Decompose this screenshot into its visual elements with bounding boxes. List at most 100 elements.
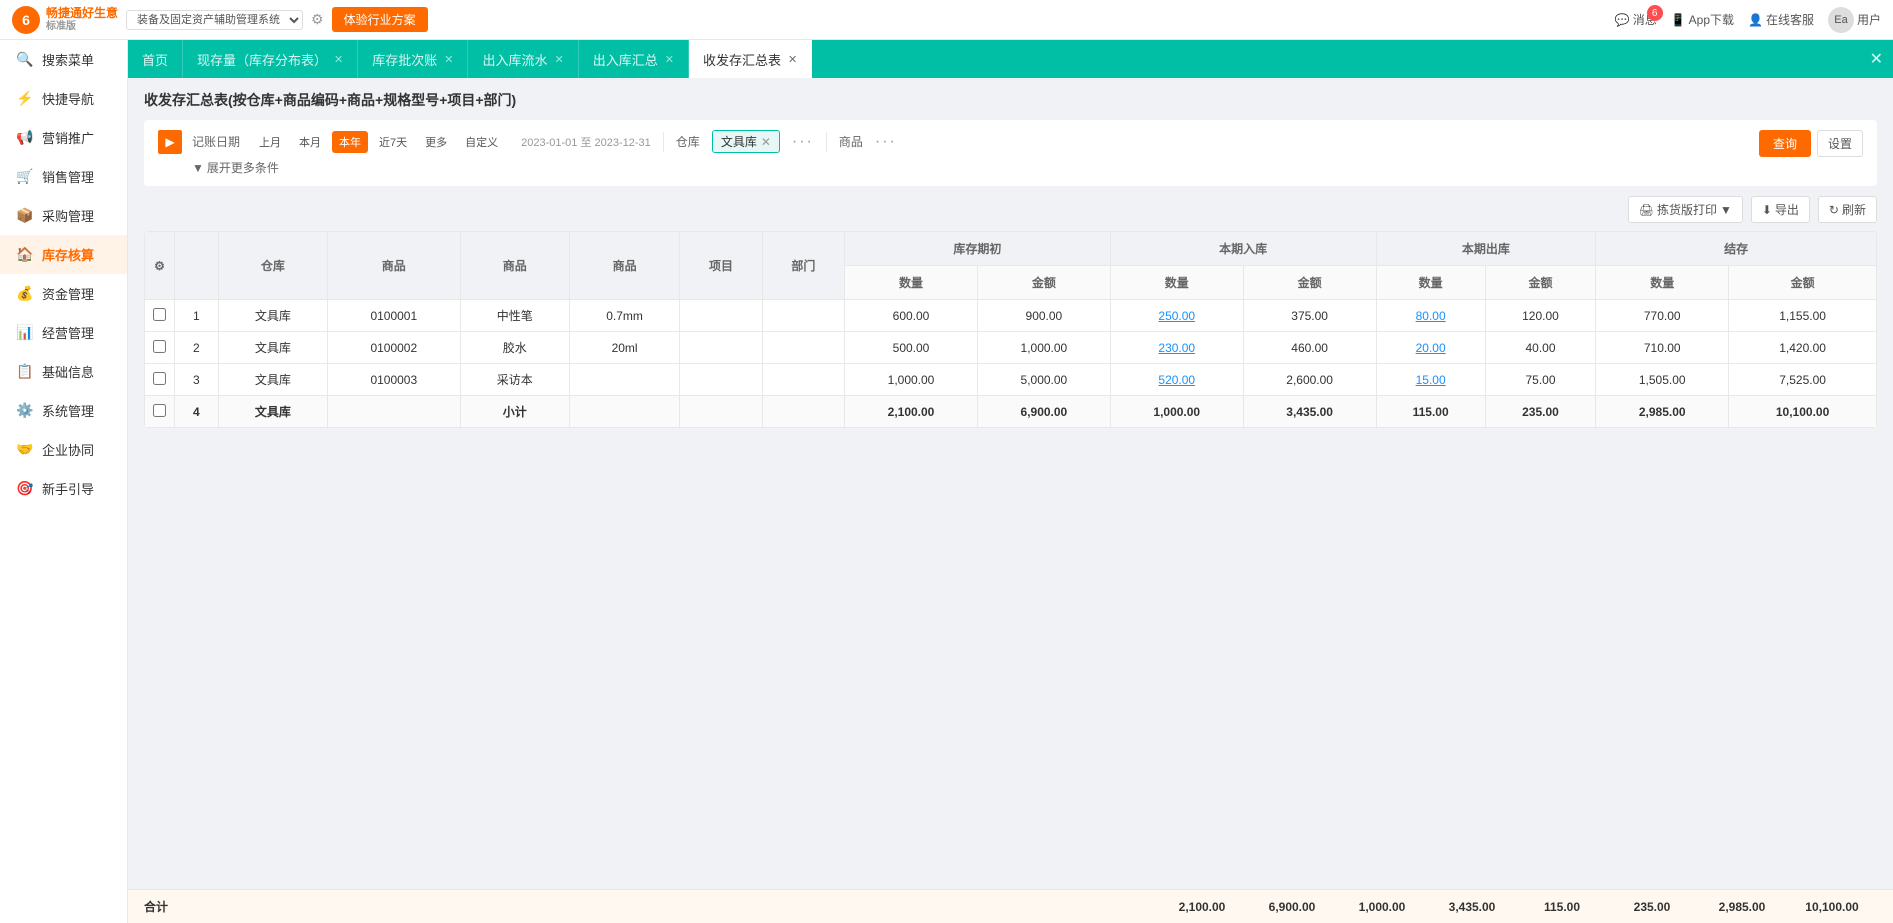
sidebar-item-search[interactable]: 🔍 搜索菜单 [0, 40, 127, 79]
tab-flow[interactable]: 出入库流水 ✕ [468, 40, 578, 78]
sidebar-item-guide[interactable]: 🎯 新手引导 [0, 469, 127, 508]
message-item[interactable]: 💬 消息 6 [1615, 11, 1657, 28]
date-btn-this-month[interactable]: 本月 [292, 131, 328, 153]
sidebar-item-basic[interactable]: 📋 基础信息 [0, 352, 127, 391]
toolbar: 🖨 拣货版打印 ▼ ⬇ 导出 ↻ 刷新 [144, 196, 1877, 223]
row-bal-amt: 7,525.00 [1729, 364, 1877, 396]
sidebar-item-finance[interactable]: 💰 资金管理 [0, 274, 127, 313]
sidebar-item-system[interactable]: ⚙️ 系统管理 [0, 391, 127, 430]
system-select[interactable]: 装备及固定资产辅助管理系统 [126, 10, 303, 30]
tab-home[interactable]: 首页 [128, 40, 183, 78]
tab-receive-send[interactable]: 收发存汇总表 ✕ [689, 40, 812, 78]
table-row: 2 文具库 0100002 胶水 20ml 500.00 1,000.00 23… [145, 332, 1877, 364]
sub-open-qty: 数量 [845, 266, 978, 300]
main-layout: 🔍 搜索菜单 ⚡ 快捷导航 📢 营销推广 🛒 销售管理 📦 采购管理 🏠 库存核… [0, 40, 1893, 923]
row-open-amt: 5,000.00 [977, 364, 1110, 396]
row-check[interactable] [145, 332, 175, 364]
export-btn[interactable]: ⬇ 导出 [1751, 196, 1810, 223]
table-container: ⚙ 仓库 商品 商品 商品 项目 部门 库存期初 本期入库 本期出库 结存 [144, 231, 1877, 428]
row-name: 中性笔 [460, 300, 569, 332]
row-out-qty[interactable]: 80.00 [1376, 300, 1485, 332]
sidebar-item-inventory[interactable]: 🏠 库存核算 [0, 235, 127, 274]
row-checkbox[interactable] [153, 340, 166, 353]
row-out-qty[interactable]: 20.00 [1376, 332, 1485, 364]
refresh-btn[interactable]: ↻ 刷新 [1818, 196, 1877, 223]
warehouse-tag-close[interactable]: ✕ [761, 135, 771, 149]
col-settings[interactable]: ⚙ [145, 232, 175, 300]
filter-divider-2 [826, 132, 827, 152]
tab-flow-close[interactable]: ✕ [555, 53, 564, 66]
row-project [680, 300, 762, 332]
tab-summary-label: 出入库汇总 [593, 50, 658, 69]
tab-batch-close[interactable]: ✕ [444, 53, 453, 66]
row-checkbox[interactable] [153, 404, 166, 417]
sidebar-item-sales[interactable]: 🛒 销售管理 [0, 157, 127, 196]
row-no: 2 [175, 332, 219, 364]
settings-icon[interactable]: ⚙ [311, 11, 324, 28]
row-checkbox[interactable] [153, 308, 166, 321]
date-btn-more[interactable]: 更多 [418, 131, 454, 153]
warehouse-tag[interactable]: 文具库 ✕ [712, 130, 780, 153]
row-bal-qty: 2,985.00 [1596, 396, 1729, 428]
row-check[interactable] [145, 396, 175, 428]
row-out-amt: 120.00 [1485, 300, 1596, 332]
online-service-item[interactable]: 👤 在线客服 [1748, 11, 1814, 28]
sidebar-item-purchase[interactable]: 📦 采购管理 [0, 196, 127, 235]
date-btn-custom[interactable]: 自定义 [458, 131, 505, 153]
tab-summary-close[interactable]: ✕ [665, 53, 674, 66]
sidebar-item-marketing[interactable]: 📢 营销推广 [0, 118, 127, 157]
filter-divider-1 [663, 132, 664, 152]
row-in-qty[interactable]: 230.00 [1110, 332, 1243, 364]
tab-panel-close[interactable]: ✕ [1870, 49, 1883, 69]
col-name: 商品 [460, 232, 569, 300]
row-warehouse: 文具库 [218, 396, 327, 428]
filter-row: 记账日期 上月 本月 本年 近7天 更多 自定义 2023-01-01 至 20… [192, 130, 1863, 153]
filter-toggle-btn[interactable]: ▶ [158, 130, 182, 154]
goods-more-dots[interactable]: ··· [875, 133, 897, 151]
tab-batch[interactable]: 库存批次账 ✕ [358, 40, 468, 78]
setting-button[interactable]: 设置 [1817, 130, 1863, 157]
tab-inventory-dist[interactable]: 现存量（库存分布表） ✕ [183, 40, 358, 78]
table-row: 4 文具库 小计 2,100.00 6,900.00 1,000.00 3,43… [145, 396, 1877, 428]
inventory-icon: 🏠 [16, 246, 34, 264]
sidebar-label-quick: 快捷导航 [42, 89, 94, 108]
row-in-amt: 460.00 [1243, 332, 1376, 364]
tab-receive-send-close[interactable]: ✕ [788, 53, 797, 66]
row-open-amt: 900.00 [977, 300, 1110, 332]
row-dept [762, 332, 844, 364]
logo-icon: 6 [12, 6, 40, 34]
tab-inventory-dist-close[interactable]: ✕ [334, 53, 343, 66]
sidebar-item-operation[interactable]: 📊 经营管理 [0, 313, 127, 352]
expand-btn[interactable]: ▼ 展开更多条件 [192, 159, 1863, 176]
service-icon: 👤 [1748, 13, 1763, 27]
date-btn-last-month[interactable]: 上月 [252, 131, 288, 153]
user-item[interactable]: Ea 用户 [1828, 7, 1881, 33]
trial-button[interactable]: 体验行业方案 [332, 7, 428, 32]
marketing-icon: 📢 [16, 129, 34, 147]
cooperation-icon: 🤝 [16, 441, 34, 459]
sidebar-item-cooperation[interactable]: 🤝 企业协同 [0, 430, 127, 469]
row-in-qty[interactable]: 250.00 [1110, 300, 1243, 332]
print-btn[interactable]: 🖨 拣货版打印 ▼ [1628, 196, 1743, 223]
row-in-qty[interactable]: 520.00 [1110, 364, 1243, 396]
row-bal-qty: 770.00 [1596, 300, 1729, 332]
row-checkbox[interactable] [153, 372, 166, 385]
row-spec: 0.7mm [569, 300, 680, 332]
sidebar-item-quick[interactable]: ⚡ 快捷导航 [0, 79, 127, 118]
col-dept: 部门 [762, 232, 844, 300]
warehouse-more-dots[interactable]: ··· [792, 133, 814, 151]
tab-receive-send-label: 收发存汇总表 [703, 50, 781, 69]
date-btn-7days[interactable]: 近7天 [372, 131, 414, 153]
app-download-item[interactable]: 📱 App下载 [1671, 11, 1734, 28]
tab-summary[interactable]: 出入库汇总 ✕ [579, 40, 689, 78]
top-bar: 6 畅捷通好生意 标准版 装备及固定资产辅助管理系统 ⚙ 体验行业方案 💬 消息… [0, 0, 1893, 40]
row-out-qty[interactable]: 15.00 [1376, 364, 1485, 396]
top-bar-right: 💬 消息 6 📱 App下载 👤 在线客服 Ea 用户 [1615, 7, 1881, 33]
row-check[interactable] [145, 300, 175, 332]
date-btn-this-year[interactable]: 本年 [332, 131, 368, 153]
print-label: 拣货版打印 [1657, 201, 1717, 218]
row-check[interactable] [145, 364, 175, 396]
col-balance: 结存 [1596, 232, 1877, 266]
sub-in-qty: 数量 [1110, 266, 1243, 300]
query-button[interactable]: 查询 [1759, 130, 1811, 157]
